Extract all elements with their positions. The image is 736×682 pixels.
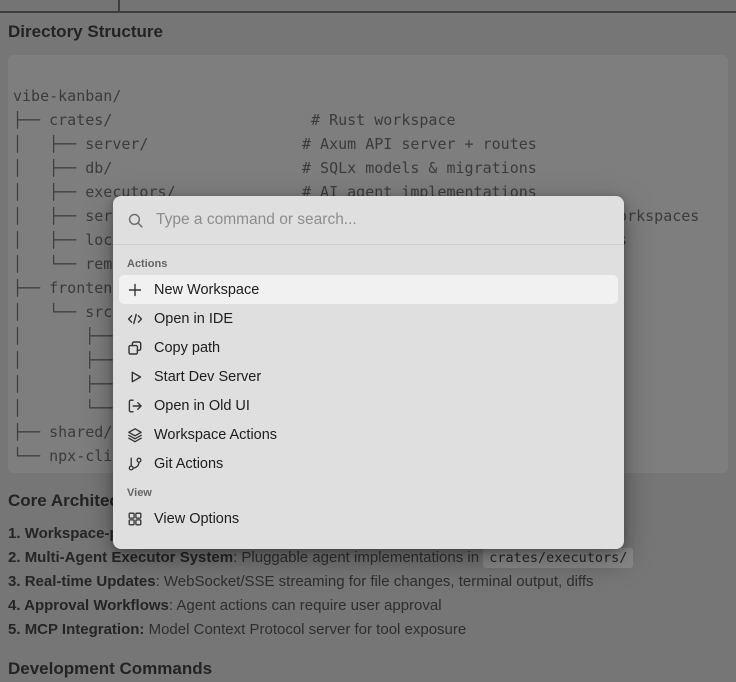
menu-item-git-actions[interactable]: Git Actions [119,449,618,478]
menu-item-workspace-actions[interactable]: Workspace Actions [119,420,618,449]
list-item: 5. MCP Integration: Model Context Protoc… [8,621,467,638]
menu-item-label: Open in IDE [154,310,233,327]
menu-item-label: Copy path [154,339,221,356]
menu-item-label: View Options [154,510,240,527]
copy-icon [127,340,143,356]
group-label-view: View [127,487,152,499]
menu-item-new-workspace[interactable]: New Workspace [119,275,618,304]
menu-item-view-options[interactable]: View Options [119,504,618,533]
group-label-actions: Actions [127,258,168,270]
search-icon [128,213,143,228]
command-list: Actions New Workspace Open in IDE Copy p… [113,245,624,541]
list-item: 4. Approval Workflows: Agent actions can… [8,597,442,614]
command-search-input[interactable] [154,210,610,230]
command-palette-dialog: Actions New Workspace Open in IDE Copy p… [113,196,624,549]
page-title-directory-structure: Directory Structure [8,22,163,41]
menu-item-label: Open in Old UI [154,397,250,414]
command-search-row [113,196,624,245]
git-branch-icon [127,456,143,472]
menu-item-label: Git Actions [154,455,224,472]
inline-code-chip: crates/executors/ [483,548,634,568]
menu-item-label: Workspace Actions [154,426,278,443]
play-icon [127,369,143,385]
plus-icon [127,282,143,298]
section-heading-development-commands: Development Commands [8,659,213,678]
tab-divider [118,0,120,11]
code-icon [127,311,143,327]
menu-item-open-in-old-ui[interactable]: Open in Old UI [119,391,618,420]
list-item: 2. Multi-Agent Executor System: Pluggabl… [8,546,732,570]
menu-item-open-in-ide[interactable]: Open in IDE [119,304,618,333]
menu-item-copy-path[interactable]: Copy path [119,333,618,362]
menu-item-label: New Workspace [154,281,260,298]
top-tab-bar[interactable] [0,0,736,13]
menu-item-label: Start Dev Server [154,368,262,385]
list-item: 3. Real-time Updates: WebSocket/SSE stre… [8,573,594,590]
layers-icon [127,427,143,443]
grid-icon [127,511,143,527]
menu-item-start-dev-server[interactable]: Start Dev Server [119,362,618,391]
open-external-icon [127,398,143,414]
